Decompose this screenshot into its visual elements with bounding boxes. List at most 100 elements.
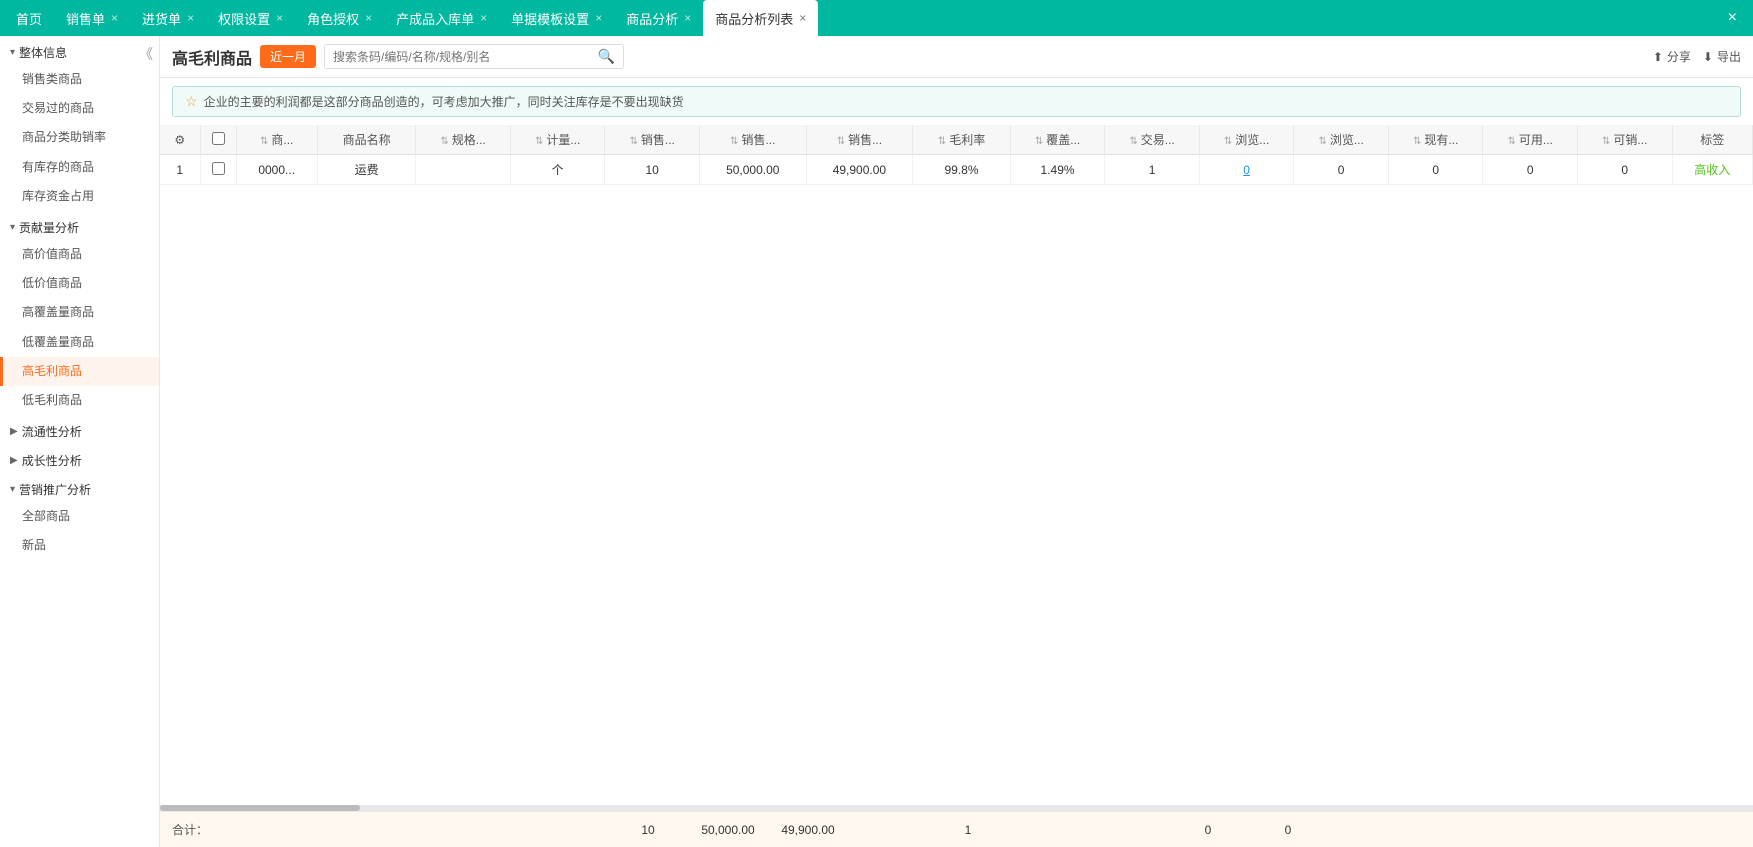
- nav-close-icon[interactable]: ×: [480, 11, 487, 25]
- cell-spec: [416, 155, 511, 185]
- cell-cost: 49,900.00: [806, 155, 913, 185]
- th-coverage[interactable]: 覆盖...: [1010, 125, 1105, 155]
- th-available[interactable]: 可用...: [1483, 125, 1578, 155]
- table-wrapper[interactable]: ⚙ 商... 商品名称 规格... 计量... 销售... 销售... 销售..…: [160, 125, 1753, 847]
- th-cost[interactable]: 销售...: [806, 125, 913, 155]
- sidebar-item-in-stock-goods[interactable]: 有库存的商品: [0, 153, 159, 182]
- cell-qty: 10: [605, 155, 700, 185]
- table-row[interactable]: 1 0000... 运费 个 10 50,000.00 49,900.00 99…: [160, 155, 1753, 185]
- th-settings[interactable]: ⚙: [160, 125, 200, 155]
- nav-role-auth[interactable]: 角色授权 ×: [295, 0, 384, 36]
- nav-product-analysis[interactable]: 商品分析 ×: [614, 0, 703, 36]
- th-qty[interactable]: 销售...: [605, 125, 700, 155]
- select-all-checkbox[interactable]: [212, 132, 225, 145]
- th-saleable[interactable]: 可销...: [1577, 125, 1672, 155]
- row-checkbox[interactable]: [212, 162, 225, 175]
- sidebar-item-all-goods[interactable]: 全部商品: [0, 502, 159, 531]
- footer-empty3: [1088, 823, 1168, 837]
- cell-unit: 个: [510, 155, 605, 185]
- arrow-down-icon: ▾: [10, 484, 15, 495]
- sidebar-group-contribution[interactable]: ▾ 贡献量分析: [0, 211, 159, 240]
- search-input[interactable]: [333, 50, 594, 64]
- th-tag[interactable]: 标签: [1672, 125, 1753, 155]
- th-code[interactable]: 商...: [236, 125, 317, 155]
- export-button[interactable]: ⬇ 导出: [1703, 48, 1741, 65]
- nav-close-icon[interactable]: ×: [799, 11, 806, 25]
- cell-name: 运费: [317, 155, 415, 185]
- cell-saleable: 0: [1577, 155, 1672, 185]
- content-area: 高毛利商品 近一月 🔍 ⬆ 分享 ⬇ 导出 ☆ 企业的主要的利润都是这部分商品创…: [160, 36, 1753, 847]
- nav-close-icon[interactable]: ×: [684, 11, 691, 25]
- sidebar-item-new-goods[interactable]: 新品: [0, 531, 159, 560]
- nav-close-icon[interactable]: ×: [276, 11, 283, 25]
- window-close-button[interactable]: ×: [1716, 9, 1749, 27]
- sidebar-item-low-value[interactable]: 低价值商品: [0, 269, 159, 298]
- footer-sales: 50,000.00: [688, 823, 768, 837]
- info-banner: ☆ 企业的主要的利润都是这部分商品创造的，可考虑加大推广，同时关注库存是不要出现…: [172, 86, 1741, 117]
- cell-code: 0000...: [236, 155, 317, 185]
- cell-tag: 高收入: [1672, 155, 1753, 185]
- nav-close-icon[interactable]: ×: [111, 11, 118, 25]
- nav-close-icon[interactable]: ×: [365, 11, 372, 25]
- sidebar-item-sales-goods[interactable]: 销售类商品: [0, 65, 159, 94]
- bottom-scrollbar[interactable]: [160, 805, 1753, 811]
- sidebar-item-traded-goods[interactable]: 交易过的商品: [0, 94, 159, 123]
- cell-sales-amount: 50,000.00: [699, 155, 806, 185]
- th-trade[interactable]: 交易...: [1105, 125, 1200, 155]
- footer-totals: 合计： 10 50,000.00 49,900.00 1 0 0: [160, 811, 1753, 847]
- footer-qty: 10: [608, 823, 688, 837]
- cell-stock: 0: [1388, 155, 1483, 185]
- cell-checkbox[interactable]: [200, 155, 236, 185]
- nav-close-icon[interactable]: ×: [187, 11, 194, 25]
- th-gross-rate[interactable]: 毛利率: [913, 125, 1011, 155]
- search-box[interactable]: 🔍: [324, 44, 624, 69]
- share-icon: ⬆: [1653, 50, 1663, 64]
- cell-coverage: 1.49%: [1010, 155, 1105, 185]
- th-spec[interactable]: 规格...: [416, 125, 511, 155]
- arrow-down-icon: ▾: [10, 47, 15, 58]
- share-button[interactable]: ⬆ 分享: [1653, 48, 1691, 65]
- sidebar-item-category-assist-rate[interactable]: 商品分类助销率: [0, 123, 159, 152]
- th-checkbox[interactable]: [200, 125, 236, 155]
- table-header-row: ⚙ 商... 商品名称 规格... 计量... 销售... 销售... 销售..…: [160, 125, 1753, 155]
- sidebar-group-liquidity[interactable]: ▶ 流通性分析: [0, 415, 159, 444]
- sidebar-item-low-margin[interactable]: 低毛利商品: [0, 386, 159, 415]
- info-icon: ☆: [185, 93, 198, 110]
- sidebar-collapse-button[interactable]: 《: [139, 44, 153, 64]
- footer-cells: 10 50,000.00 49,900.00 1 0 0: [228, 823, 1328, 837]
- footer-cost: 49,900.00: [768, 823, 848, 837]
- th-sales-amount[interactable]: 销售...: [699, 125, 806, 155]
- sidebar-item-high-margin[interactable]: 高毛利商品: [0, 357, 159, 386]
- nav-product-analysis-list[interactable]: 商品分析列表 ×: [703, 0, 818, 36]
- nav-purchase-order[interactable]: 进货单 ×: [130, 0, 206, 36]
- footer-available: 0: [1248, 823, 1328, 837]
- content-header: 高毛利商品 近一月 🔍 ⬆ 分享 ⬇ 导出: [160, 36, 1753, 78]
- nav-sales-order[interactable]: 销售单 ×: [54, 0, 130, 36]
- filter-recent-month-button[interactable]: 近一月: [260, 45, 316, 68]
- nav-close-icon[interactable]: ×: [595, 11, 602, 25]
- data-table: ⚙ 商... 商品名称 规格... 计量... 销售... 销售... 销售..…: [160, 125, 1753, 185]
- nav-permission-settings[interactable]: 权限设置 ×: [206, 0, 295, 36]
- scrollbar-thumb[interactable]: [160, 805, 360, 811]
- sidebar-item-high-coverage[interactable]: 高覆盖量商品: [0, 298, 159, 327]
- sidebar-item-stock-capital[interactable]: 库存资金占用: [0, 182, 159, 211]
- th-unit[interactable]: 计量...: [510, 125, 605, 155]
- th-browse2[interactable]: 浏览...: [1294, 125, 1389, 155]
- footer-trade: 1: [928, 823, 1008, 837]
- nav-template-settings[interactable]: 单据模板设置 ×: [499, 0, 614, 36]
- sidebar-group-marketing[interactable]: ▾ 营销推广分析: [0, 473, 159, 502]
- th-browse1[interactable]: 浏览...: [1199, 125, 1294, 155]
- arrow-down-icon: ▾: [10, 222, 15, 233]
- th-stock[interactable]: 现有...: [1388, 125, 1483, 155]
- search-icon[interactable]: 🔍: [598, 48, 615, 65]
- sidebar-item-low-coverage[interactable]: 低覆盖量商品: [0, 328, 159, 357]
- nav-finished-goods[interactable]: 产成品入库单 ×: [384, 0, 499, 36]
- nav-home[interactable]: 首页: [4, 0, 54, 36]
- cell-browse1[interactable]: 0: [1199, 155, 1294, 185]
- sidebar-item-high-value[interactable]: 高价值商品: [0, 240, 159, 269]
- sidebar-group-overall[interactable]: ▾ 整体信息: [0, 36, 159, 65]
- arrow-right-icon: ▶: [10, 426, 18, 437]
- th-name[interactable]: 商品名称: [317, 125, 415, 155]
- sidebar-group-growth[interactable]: ▶ 成长性分析: [0, 444, 159, 473]
- cell-browse2: 0: [1294, 155, 1389, 185]
